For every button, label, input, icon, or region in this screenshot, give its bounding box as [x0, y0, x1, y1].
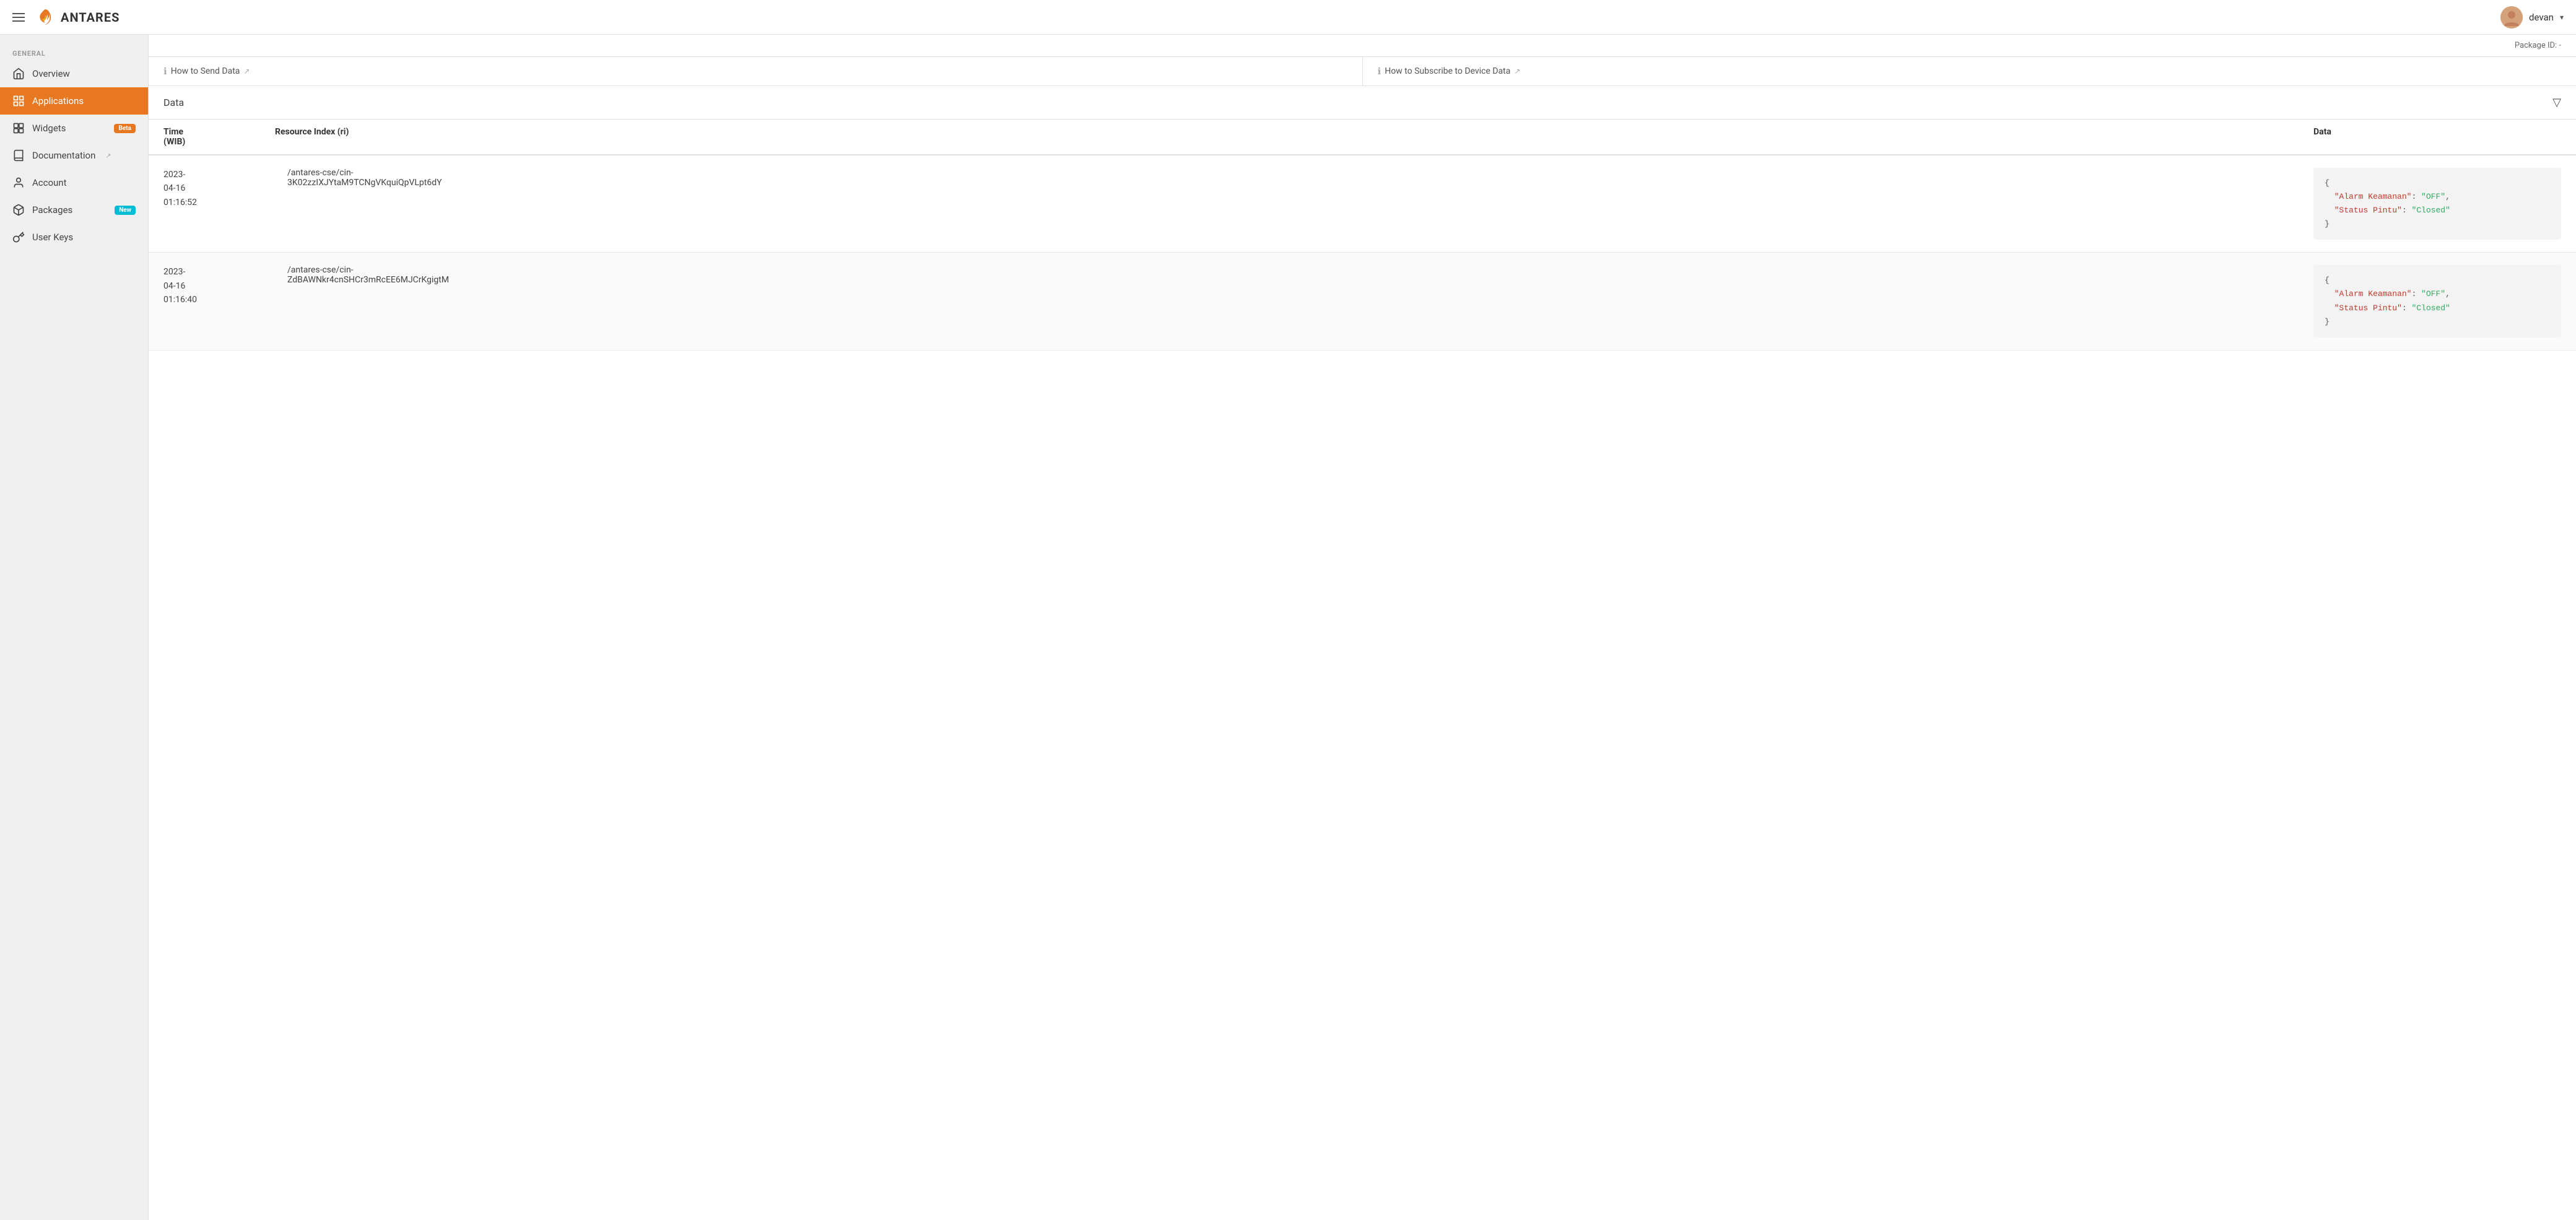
body-layout: GENERAL Overview Applications	[0, 35, 2576, 1220]
sidebar-item-account[interactable]: Account	[0, 169, 148, 196]
avatar	[2500, 6, 2523, 28]
logo-icon	[33, 6, 56, 28]
book-icon	[12, 149, 25, 162]
json-val-status-2: "Closed"	[2411, 303, 2450, 313]
howto-send-label: How to Send Data	[171, 66, 240, 76]
sidebar-item-label: Overview	[32, 68, 70, 79]
sidebar-item-documentation[interactable]: Documentation ↗	[0, 142, 148, 169]
sidebar-item-label: User Keys	[32, 232, 73, 243]
ext-link-icon: ↗	[105, 152, 111, 160]
hamburger-button[interactable]	[12, 13, 25, 22]
package-id-label: Package ID: -	[2515, 41, 2561, 50]
json-val-alarm-2: "OFF"	[2421, 289, 2445, 298]
json-key-alarm-2: "Alarm Keamanan"	[2334, 289, 2412, 298]
ext-link-subscribe: ↗	[1514, 67, 1520, 76]
logo-text: ANTARES	[61, 10, 120, 25]
ext-link-send: ↗	[243, 67, 250, 76]
json-key-alarm-1: "Alarm Keamanan"	[2334, 192, 2412, 201]
sidebar-item-user-keys[interactable]: User Keys	[0, 224, 148, 251]
username: devan	[2529, 12, 2554, 23]
widgets-icon	[12, 122, 25, 134]
resource-cell-1: /antares-cse/cin- 3K02zzIXJYtaM9TCNgVKqu…	[275, 168, 2301, 188]
howto-subscribe[interactable]: ℹ How to Subscribe to Device Data ↗	[1363, 57, 2576, 85]
key-icon	[12, 231, 25, 243]
json-key-status-1: "Status Pintu"	[2334, 206, 2402, 215]
new-badge: New	[115, 206, 136, 215]
data-section-title: Data	[163, 97, 184, 108]
open-brace-1: {	[2325, 178, 2330, 188]
sidebar-item-label: Applications	[32, 95, 84, 107]
info-icon-send: ℹ	[163, 66, 167, 77]
sidebar-item-label: Widgets	[32, 123, 66, 134]
user-icon	[12, 176, 25, 189]
sidebar-item-label: Account	[32, 177, 67, 188]
package-icon	[12, 204, 25, 216]
col-time: Time (WIB)	[163, 127, 275, 147]
sidebar-section-label: GENERAL	[0, 45, 148, 60]
json-block-2: { "Alarm Keamanan": "OFF", "Status Pintu…	[2313, 265, 2561, 337]
table-row: 2023- 04-16 01:16:52 /antares-cse/cin- 3…	[149, 155, 2576, 253]
time-cell-2: 2023- 04-16 01:16:40	[163, 265, 275, 307]
data-section-header: Data ▽	[149, 86, 2576, 120]
navbar-right: devan ▾	[2500, 6, 2564, 28]
col-resource-index: Resource Index (ri)	[275, 127, 2301, 147]
beta-badge: Beta	[114, 124, 136, 133]
sidebar-item-packages[interactable]: Packages New	[0, 196, 148, 224]
navbar: ANTARES devan ▾	[0, 0, 2576, 35]
table-row: 2023- 04-16 01:16:40 /antares-cse/cin- Z…	[149, 253, 2576, 350]
time-cell-1: 2023- 04-16 01:16:52	[163, 168, 275, 209]
json-block-1: { "Alarm Keamanan": "OFF", "Status Pintu…	[2313, 168, 2561, 240]
main-content: Package ID: - ℹ How to Send Data ↗ ℹ How…	[149, 35, 2576, 1220]
json-val-status-1: "Closed"	[2411, 206, 2450, 215]
navbar-left: ANTARES	[12, 6, 120, 28]
sidebar-item-label: Packages	[32, 204, 72, 216]
user-dropdown-arrow[interactable]: ▾	[2560, 13, 2564, 22]
data-cell-1: { "Alarm Keamanan": "OFF", "Status Pintu…	[2301, 168, 2561, 240]
top-info-bar: Package ID: -	[149, 35, 2576, 57]
json-key-status-2: "Status Pintu"	[2334, 303, 2402, 313]
sidebar-item-overview[interactable]: Overview	[0, 60, 148, 87]
data-cell-2: { "Alarm Keamanan": "OFF", "Status Pintu…	[2301, 265, 2561, 337]
logo: ANTARES	[33, 6, 120, 28]
howto-subscribe-label: How to Subscribe to Device Data	[1385, 66, 1510, 76]
close-brace-2: }	[2325, 317, 2330, 326]
sidebar-item-applications[interactable]: Applications	[0, 87, 148, 115]
open-brace-2: {	[2325, 276, 2330, 285]
close-brace-1: }	[2325, 219, 2330, 229]
sidebar: GENERAL Overview Applications	[0, 35, 149, 1220]
table-header: Time (WIB) Resource Index (ri) Data	[149, 120, 2576, 155]
json-val-alarm-1: "OFF"	[2421, 192, 2445, 201]
home-icon	[12, 68, 25, 80]
grid-icon	[12, 95, 25, 107]
resource-cell-2: /antares-cse/cin- ZdBAWNkr4cnSHCr3mRcEE6…	[275, 265, 2301, 285]
howto-bar: ℹ How to Send Data ↗ ℹ How to Subscribe …	[149, 57, 2576, 86]
col-data: Data	[2301, 127, 2561, 147]
sidebar-item-label: Documentation	[32, 150, 95, 161]
howto-send-data[interactable]: ℹ How to Send Data ↗	[149, 57, 1363, 85]
sidebar-item-widgets[interactable]: Widgets Beta	[0, 115, 148, 142]
info-icon-subscribe: ℹ	[1378, 66, 1382, 77]
filter-icon[interactable]: ▽	[2552, 96, 2561, 109]
